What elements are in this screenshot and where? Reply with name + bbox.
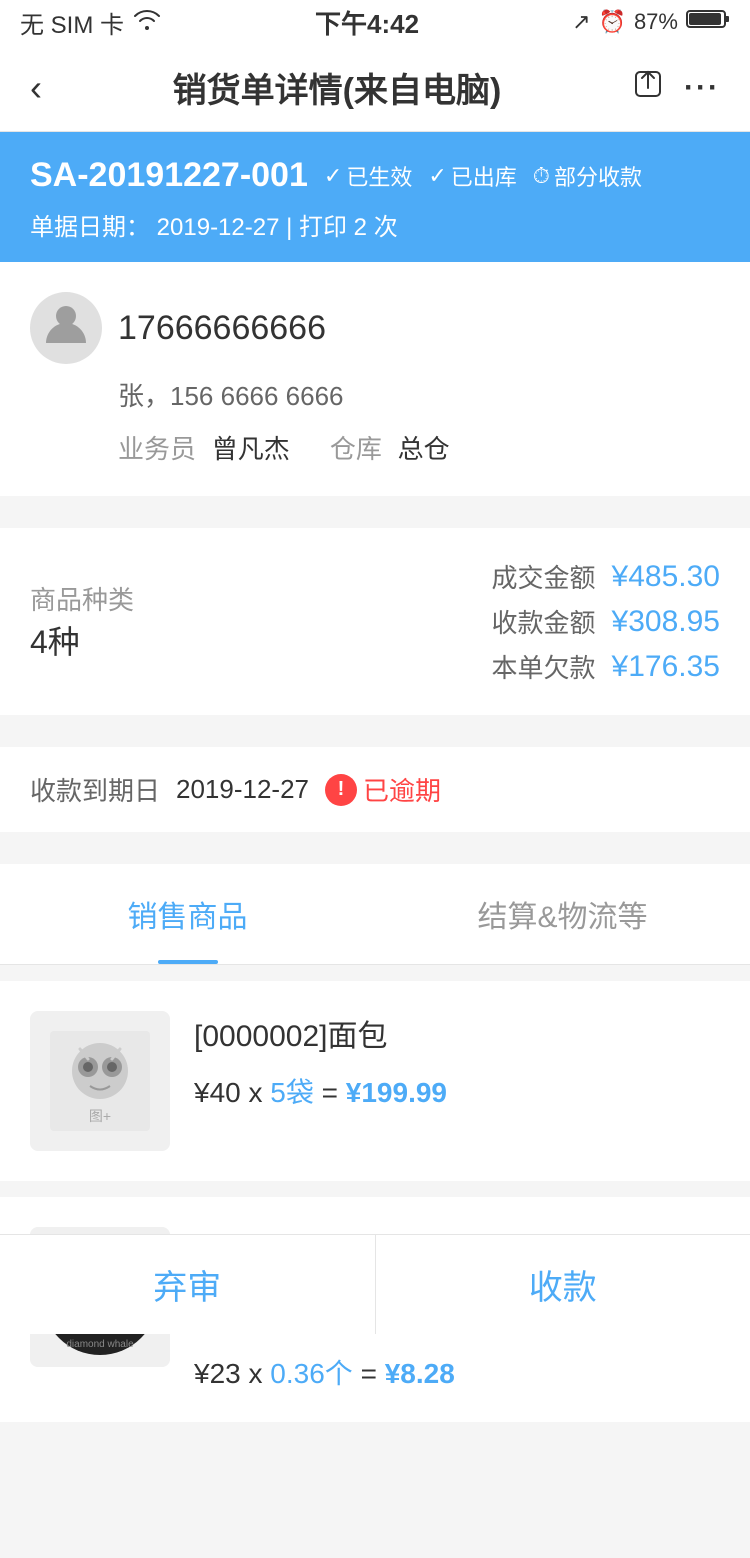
received-amount: ¥308.95	[612, 605, 720, 639]
divider-2	[0, 731, 750, 747]
customer-avatar	[30, 292, 102, 364]
customer-section: 17666666666 张，156 6666 6666 业务员 曾凡杰 仓库 总…	[0, 262, 750, 496]
svg-text:diamond whale: diamond whale	[66, 1339, 134, 1350]
wifi-icon	[132, 8, 162, 37]
collect-payment-button[interactable]: 收款	[376, 1235, 750, 1334]
location-icon: ↗	[572, 9, 590, 35]
due-date-section: 收款到期日 2019-12-27 ! 已逾期	[0, 747, 750, 832]
received-row: 收款金额 ¥308.95	[492, 603, 720, 640]
order-header: SA-20191227-001 ✓ 已生效 ✓ 已出库 ⏱ 部分收款 单据日期：…	[0, 132, 750, 262]
carrier-text: 无 SIM 卡	[20, 5, 124, 40]
debt-label: 本单欠款	[492, 648, 596, 685]
received-label: 收款金额	[492, 603, 596, 640]
nav-left: ‹	[30, 67, 42, 109]
warehouse-label: 仓库	[330, 434, 382, 464]
stats-left: 商品种类 4种	[30, 580, 134, 663]
debt-amount: ¥176.35	[612, 650, 720, 684]
cancel-audit-button[interactable]: 弃审	[0, 1235, 376, 1334]
order-date: 2019-12-27	[157, 214, 280, 241]
stats-section: 商品种类 4种 成交金额 ¥485.30 收款金额 ¥308.95 本单欠款 ¥…	[0, 528, 750, 715]
transaction-row: 成交金额 ¥485.30	[492, 558, 720, 595]
nav-right: ···	[632, 68, 720, 107]
due-label: 收款到期日	[30, 771, 160, 808]
product-price-row-2: ¥23 x 0.36个 = ¥8.28	[194, 1352, 720, 1392]
product-name-1: [0000002]面包	[194, 1011, 720, 1055]
more-button[interactable]: ···	[684, 71, 720, 105]
order-date-row: 单据日期： 2019-12-27 | 打印 2 次	[30, 207, 720, 242]
badge-shipped: ✓ 已出库	[428, 160, 516, 192]
status-bar: 无 SIM 卡 下午4:42 ↗ ⏰ 87%	[0, 0, 750, 44]
back-button[interactable]: ‹	[30, 67, 42, 109]
bottom-bar: 弃审 收款	[0, 1234, 750, 1334]
product-qty-2: 0.36个	[270, 1358, 353, 1389]
sales-name: 曾凡杰	[212, 434, 290, 464]
product-qty-1: 5袋	[270, 1077, 314, 1108]
tab-settlement-logistics-label: 结算&物流等	[477, 901, 647, 934]
overdue-warning-icon: !	[325, 774, 357, 806]
product-info-1: [0000002]面包 ¥40 x 5袋 = ¥199.99	[194, 1011, 720, 1111]
tab-sales-products-label: 销售商品	[128, 901, 248, 934]
print-info: | 打印 2 次	[286, 214, 398, 241]
overdue-badge: ! 已逾期	[325, 771, 441, 808]
date-label: 单据日期：	[30, 214, 150, 241]
type-count: 4种	[30, 617, 134, 663]
type-label: 商品种类	[30, 580, 134, 617]
cancel-audit-label: 弃审	[153, 1260, 221, 1309]
sales-label: 业务员	[118, 434, 196, 464]
customer-meta: 业务员 曾凡杰 仓库 总仓	[118, 429, 720, 466]
alarm-icon: ⏰	[599, 9, 626, 35]
transaction-label: 成交金额	[492, 558, 596, 595]
product-item: 图+ [0000002]面包 ¥40 x 5袋 = ¥199.99	[0, 981, 750, 1181]
user-icon	[41, 298, 91, 359]
nav-bar: ‹ 销货单详情(来自电脑) ···	[0, 44, 750, 132]
order-id-row: SA-20191227-001 ✓ 已生效 ✓ 已出库 ⏱ 部分收款	[30, 156, 720, 195]
tab-settlement-logistics[interactable]: 结算&物流等	[375, 864, 750, 964]
warehouse-name: 总仓	[398, 434, 450, 464]
customer-name-phone: 张，156 6666 6666	[118, 376, 720, 413]
product-price-row-1: ¥40 x 5袋 = ¥199.99	[194, 1071, 720, 1111]
badge-effective: ✓ 已生效	[324, 160, 412, 192]
page-title: 销货单详情(来自电脑)	[173, 63, 502, 112]
svg-text:图+: 图+	[89, 1108, 111, 1124]
tab-sales-products[interactable]: 销售商品	[0, 864, 375, 964]
status-time: 下午4:42	[315, 4, 419, 41]
divider-1	[0, 512, 750, 528]
debt-row: 本单欠款 ¥176.35	[492, 648, 720, 685]
product-image-1: 图+	[30, 1011, 170, 1151]
order-id: SA-20191227-001	[30, 156, 308, 195]
overdue-text: 已逾期	[363, 771, 441, 808]
battery-icon	[686, 8, 730, 36]
tabs-section: 销售商品 结算&物流等	[0, 864, 750, 965]
divider-3	[0, 848, 750, 864]
customer-row: 17666666666	[30, 292, 720, 364]
transaction-amount: ¥485.30	[612, 560, 720, 594]
status-right: ↗ ⏰ 87%	[572, 8, 730, 36]
collect-payment-label: 收款	[529, 1260, 597, 1309]
product-total-2: ¥8.28	[385, 1358, 455, 1389]
status-left: 无 SIM 卡	[20, 5, 162, 40]
battery-text: 87%	[634, 9, 678, 35]
badge-partial-payment: ⏱ 部分收款	[533, 160, 642, 192]
stats-right: 成交金额 ¥485.30 收款金额 ¥308.95 本单欠款 ¥176.35	[492, 558, 720, 685]
due-date-value: 2019-12-27	[176, 774, 309, 805]
customer-phone: 17666666666	[118, 309, 326, 348]
share-button[interactable]	[632, 68, 664, 107]
product-total-1: ¥199.99	[346, 1077, 447, 1108]
